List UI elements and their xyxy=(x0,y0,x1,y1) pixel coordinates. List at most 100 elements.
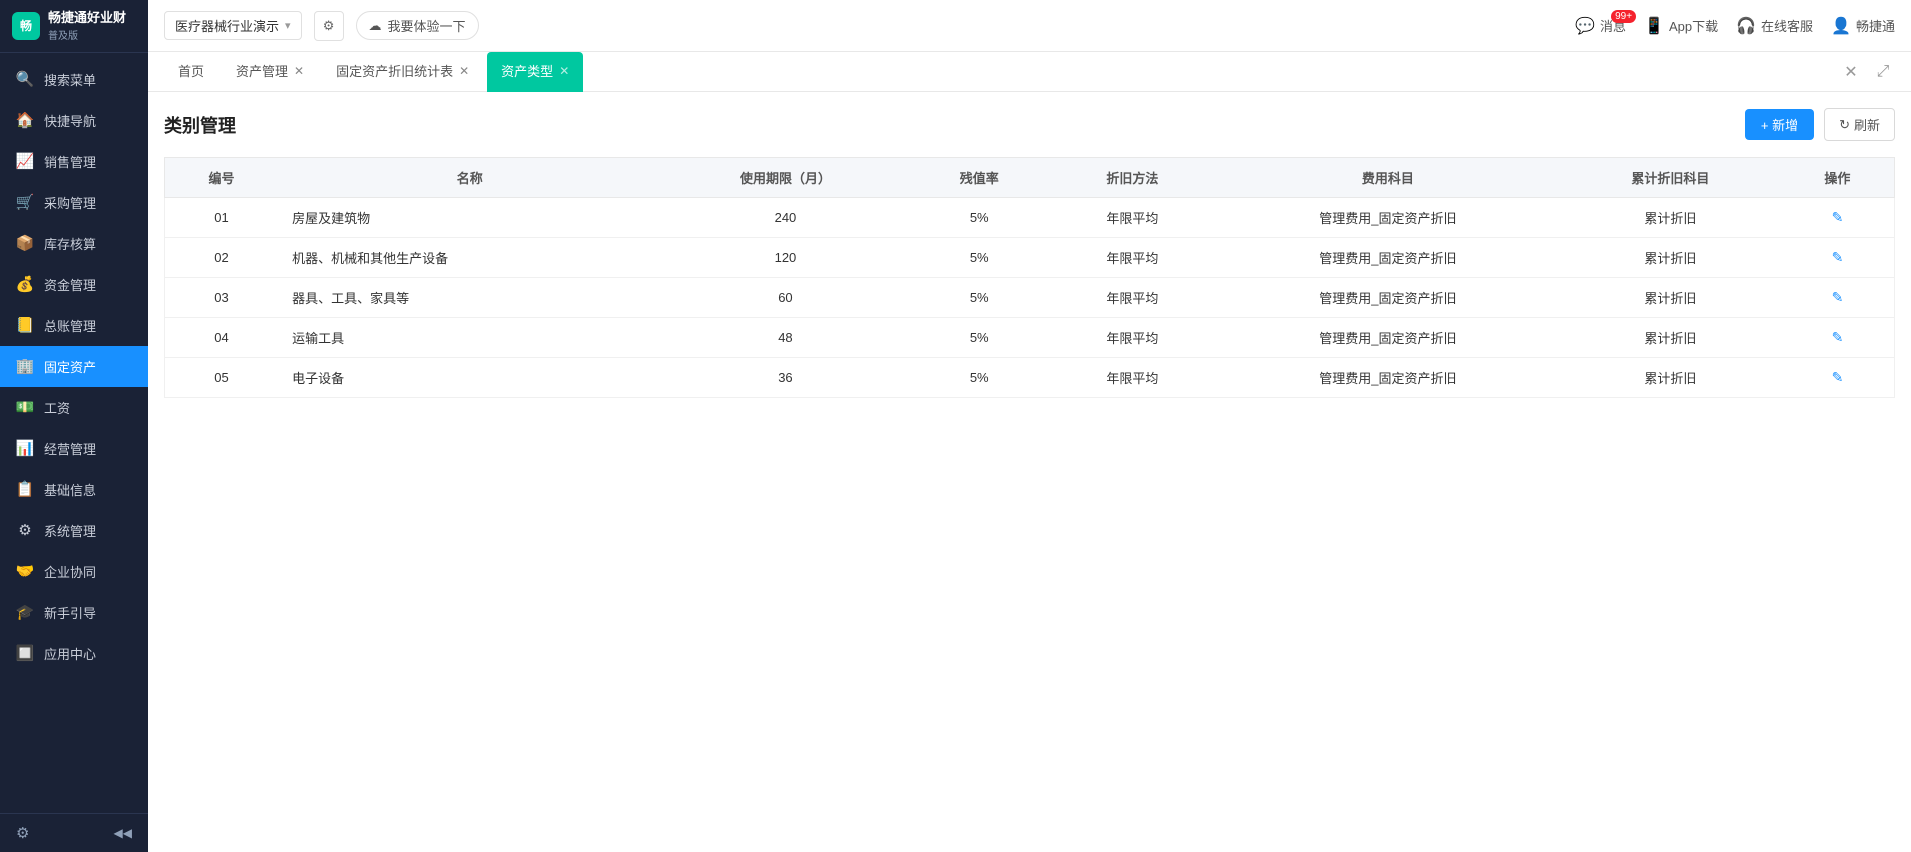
edit-icon[interactable]: ✎ xyxy=(1832,289,1844,305)
gear-icon: ⚙ xyxy=(323,18,335,34)
sidebar-item-inventory[interactable]: 📦 库存核算 xyxy=(0,223,148,264)
app_download-icon: 📱 xyxy=(1644,16,1664,36)
cell-residual: 5% xyxy=(909,198,1049,238)
asset-type-table: 编号名称使用期限（月）残值率折旧方法费用科目累计折旧科目操作 01 房屋及建筑物… xyxy=(164,157,1895,398)
page-title: 类别管理 xyxy=(164,112,236,138)
col-header-名称: 名称 xyxy=(278,158,661,198)
ledger-icon: 📒 xyxy=(16,316,34,334)
tab-depreciation_table[interactable]: 固定资产折旧统计表 ✕ xyxy=(322,52,483,92)
table-header: 编号名称使用期限（月）残值率折旧方法费用科目累计折旧科目操作 xyxy=(165,158,1895,198)
cell-expense: 管理费用_固定资产折旧 xyxy=(1216,278,1560,318)
table-row: 02 机器、机械和其他生产设备 120 5% 年限平均 管理费用_固定资产折旧 … xyxy=(165,238,1895,278)
sidebar-item-operations[interactable]: 📊 经营管理 xyxy=(0,428,148,469)
sidebar-item-fixed_assets[interactable]: 🏢 固定资产 xyxy=(0,346,148,387)
sidebar-item-label: 经营管理 xyxy=(44,439,96,458)
cell-id: 04 xyxy=(165,318,279,358)
fixed_assets-icon: 🏢 xyxy=(16,357,34,375)
cell-period: 120 xyxy=(661,238,909,278)
window-controls: ✕ ⤢ xyxy=(1839,60,1895,84)
edit-icon[interactable]: ✎ xyxy=(1832,369,1844,385)
header-user-button[interactable]: 👤 畅捷通 xyxy=(1831,16,1895,36)
settings-icon[interactable]: ⚙ xyxy=(16,824,29,842)
tab-close-asset_mgmt[interactable]: ✕ xyxy=(294,65,304,77)
sidebar-item-basic_info[interactable]: 📋 基础信息 xyxy=(0,469,148,510)
cell-id: 02 xyxy=(165,238,279,278)
cell-method: 年限平均 xyxy=(1049,318,1216,358)
tab-asset_mgmt[interactable]: 资产管理✕ xyxy=(222,52,318,92)
table-row: 01 房屋及建筑物 240 5% 年限平均 管理费用_固定资产折旧 累计折旧 ✎ xyxy=(165,198,1895,238)
header-online_service-button[interactable]: 🎧 在线客服 xyxy=(1736,16,1813,36)
tab-close-depreciation_table[interactable]: ✕ xyxy=(459,65,469,77)
collab-icon: 🤝 xyxy=(16,562,34,580)
purchase-icon: 🛒 xyxy=(16,193,34,211)
header-message-button[interactable]: 💬 99+ 消息 xyxy=(1575,16,1626,36)
header-right: 💬 99+ 消息 📱 App下载 🎧 在线客服 👤 畅捷通 xyxy=(1575,16,1895,36)
header-settings-button[interactable]: ⚙ xyxy=(314,11,344,41)
sidebar-item-ledger[interactable]: 📒 总账管理 xyxy=(0,305,148,346)
cell-name: 房屋及建筑物 xyxy=(278,198,661,238)
cell-action[interactable]: ✎ xyxy=(1781,318,1895,358)
close-window-button[interactable]: ✕ xyxy=(1839,60,1863,84)
table-body: 01 房屋及建筑物 240 5% 年限平均 管理费用_固定资产折旧 累计折旧 ✎… xyxy=(165,198,1895,398)
tab-asset_type[interactable]: 资产类型✕ xyxy=(487,52,583,92)
demo-selector[interactable]: 医疗器械行业演示 ▾ xyxy=(164,11,302,40)
logo-icon: 畅 xyxy=(12,12,40,40)
cell-action[interactable]: ✎ xyxy=(1781,238,1895,278)
system-icon: ⚙ xyxy=(16,521,34,539)
sidebar-item-label: 新手引导 xyxy=(44,603,96,622)
sidebar-item-search[interactable]: 🔍 搜索菜单 xyxy=(0,59,148,100)
message-icon: 💬 xyxy=(1575,16,1595,36)
sidebar-item-label: 快捷导航 xyxy=(44,111,96,130)
header-left: 医疗器械行业演示 ▾ ⚙ ☁ 我要体验一下 xyxy=(164,11,479,41)
sidebar-item-finance[interactable]: 💰 资金管理 xyxy=(0,264,148,305)
cell-expense: 管理费用_固定资产折旧 xyxy=(1216,318,1560,358)
sidebar-item-purchase[interactable]: 🛒 采购管理 xyxy=(0,182,148,223)
table-row: 05 电子设备 36 5% 年限平均 管理费用_固定资产折旧 累计折旧 ✎ xyxy=(165,358,1895,398)
online_service-icon: 🎧 xyxy=(1736,16,1756,36)
refresh-button[interactable]: ↻ 刷新 xyxy=(1824,108,1895,141)
cell-residual: 5% xyxy=(909,278,1049,318)
sidebar-item-label: 销售管理 xyxy=(44,152,96,171)
cell-action[interactable]: ✎ xyxy=(1781,278,1895,318)
cell-expense: 管理费用_固定资产折旧 xyxy=(1216,238,1560,278)
top-header: 医疗器械行业演示 ▾ ⚙ ☁ 我要体验一下 💬 99+ 消息 📱 App下载 🎧… xyxy=(148,0,1911,52)
col-header-累计折旧科目: 累计折旧科目 xyxy=(1560,158,1781,198)
cell-period: 60 xyxy=(661,278,909,318)
cell-period: 48 xyxy=(661,318,909,358)
edit-icon[interactable]: ✎ xyxy=(1832,249,1844,265)
tab-close-asset_type[interactable]: ✕ xyxy=(559,65,569,77)
cell-period: 240 xyxy=(661,198,909,238)
sidebar-item-label: 资金管理 xyxy=(44,275,96,294)
sidebar-item-system[interactable]: ⚙ 系统管理 xyxy=(0,510,148,551)
sidebar-item-label: 库存核算 xyxy=(44,234,96,253)
sidebar-item-app_center[interactable]: 🔲 应用中心 xyxy=(0,633,148,674)
edit-icon[interactable]: ✎ xyxy=(1832,209,1844,225)
sidebar-item-quick_nav[interactable]: 🏠 快捷导航 xyxy=(0,100,148,141)
experience-button[interactable]: ☁ 我要体验一下 xyxy=(356,11,479,40)
cell-method: 年限平均 xyxy=(1049,198,1216,238)
new-button[interactable]: + 新增 xyxy=(1745,109,1814,140)
sidebar-item-label: 总账管理 xyxy=(44,316,96,335)
header-app_download-button[interactable]: 📱 App下载 xyxy=(1644,16,1718,36)
tab-home[interactable]: 首页 xyxy=(164,52,218,92)
sidebar-item-guide[interactable]: 🎓 新手引导 xyxy=(0,592,148,633)
tab-label-depreciation_table: 固定资产折旧统计表 xyxy=(336,61,453,80)
sidebar-item-label: 应用中心 xyxy=(44,644,96,663)
finance-icon: 💰 xyxy=(16,275,34,293)
collapse-icon[interactable]: ◀◀ xyxy=(114,826,132,840)
app_download-label: App下载 xyxy=(1669,16,1718,35)
sidebar-item-payroll[interactable]: 💵 工资 xyxy=(0,387,148,428)
cell-action[interactable]: ✎ xyxy=(1781,198,1895,238)
cell-action[interactable]: ✎ xyxy=(1781,358,1895,398)
sidebar-item-collab[interactable]: 🤝 企业协同 xyxy=(0,551,148,592)
cell-id: 01 xyxy=(165,198,279,238)
cell-accumulated: 累计折旧 xyxy=(1560,358,1781,398)
sidebar-item-sales[interactable]: 📈 销售管理 xyxy=(0,141,148,182)
edit-icon[interactable]: ✎ xyxy=(1832,329,1844,345)
expand-window-button[interactable]: ⤢ xyxy=(1871,60,1895,84)
sidebar-item-label: 固定资产 xyxy=(44,357,96,376)
cell-id: 03 xyxy=(165,278,279,318)
col-header-折旧方法: 折旧方法 xyxy=(1049,158,1216,198)
cell-name: 机器、机械和其他生产设备 xyxy=(278,238,661,278)
cell-expense: 管理费用_固定资产折旧 xyxy=(1216,198,1560,238)
